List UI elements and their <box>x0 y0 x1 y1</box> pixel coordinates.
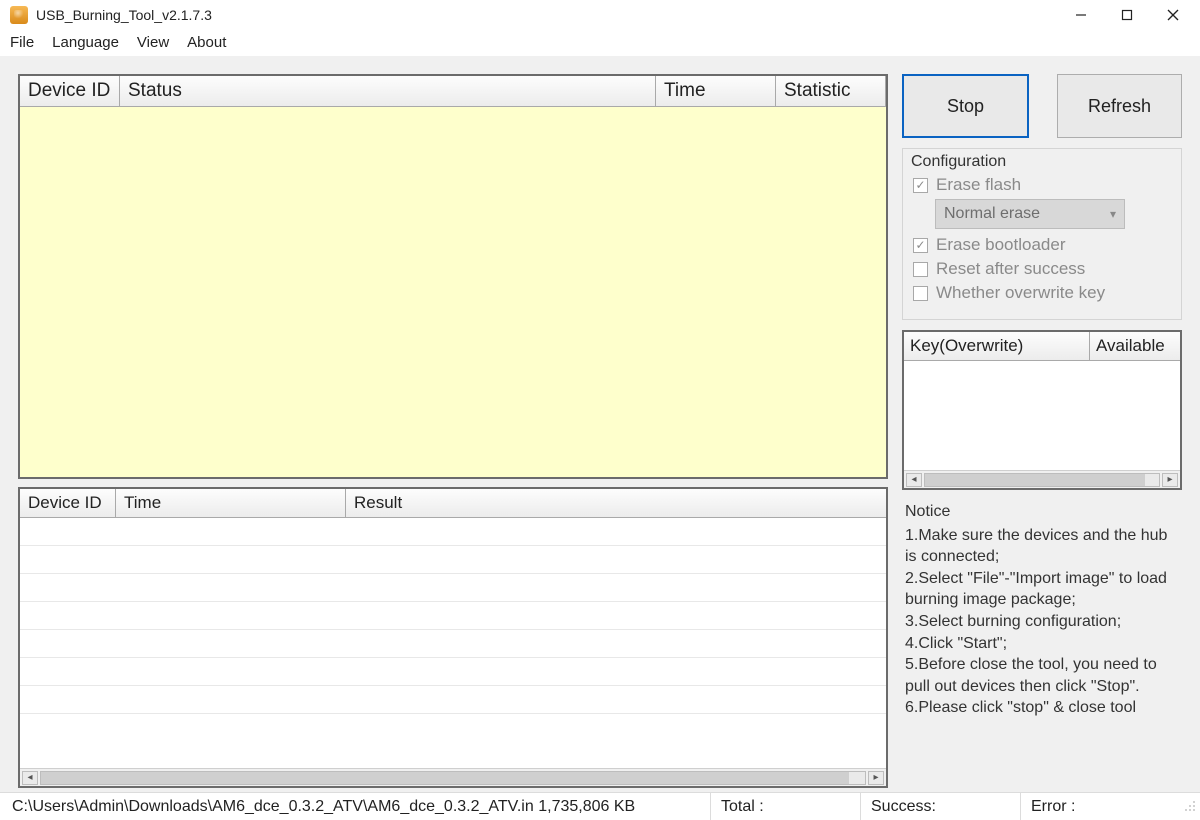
notice-line: 4.Click "Start"; <box>905 633 1179 655</box>
col-result-result[interactable]: Result <box>346 489 886 517</box>
col-statistic[interactable]: Statistic <box>776 76 886 106</box>
reset-after-success-checkbox[interactable]: Reset after success <box>913 259 1171 279</box>
col-result-device-id[interactable]: Device ID <box>20 489 116 517</box>
status-size: 1,735,806 KB <box>538 798 635 816</box>
chevron-down-icon: ▾ <box>1110 207 1116 221</box>
result-grid[interactable]: Device ID Time Result ◂ ▸ <box>18 487 888 788</box>
notice-line: 6.Please click "stop" & close tool <box>905 697 1179 719</box>
refresh-button[interactable]: Refresh <box>1057 74 1182 138</box>
notice-line: 3.Select burning configuration; <box>905 611 1179 633</box>
menu-about[interactable]: About <box>187 34 226 51</box>
table-row <box>20 546 886 574</box>
table-row <box>20 574 886 602</box>
status-success: Success: <box>860 793 1020 820</box>
device-status-header: Device ID Status Time Statistic <box>20 76 886 107</box>
overwrite-key-label: Whether overwrite key <box>936 283 1105 303</box>
erase-mode-dropdown[interactable]: Normal erase ▾ <box>935 199 1125 229</box>
app-window: USB_Burning_Tool_v2.1.7.3 File Language … <box>0 0 1200 820</box>
status-path-text: C:\Users\Admin\Downloads\AM6_dce_0.3.2_A… <box>12 798 534 816</box>
key-overwrite-grid[interactable]: Key(Overwrite) Available ◂ ▸ <box>902 330 1182 490</box>
content-area: Device ID Status Time Statistic Device I… <box>0 56 1200 792</box>
checkbox-icon <box>913 262 928 277</box>
key-hscrollbar[interactable]: ◂ ▸ <box>904 470 1180 488</box>
menu-view[interactable]: View <box>137 34 169 51</box>
scroll-track[interactable] <box>924 473 1160 487</box>
result-header: Device ID Time Result <box>20 489 886 518</box>
minimize-icon <box>1075 9 1087 21</box>
erase-bootloader-label: Erase bootloader <box>936 235 1065 255</box>
action-buttons: Stop Refresh <box>902 74 1182 138</box>
overwrite-key-checkbox[interactable]: Whether overwrite key <box>913 283 1171 303</box>
menu-file[interactable]: File <box>10 34 34 51</box>
status-bar: C:\Users\Admin\Downloads\AM6_dce_0.3.2_A… <box>0 792 1200 820</box>
close-button[interactable] <box>1150 0 1196 30</box>
resize-grip-icon <box>1184 800 1196 812</box>
status-total: Total : <box>710 793 860 820</box>
resize-grip[interactable] <box>1180 800 1198 814</box>
table-row <box>20 602 886 630</box>
notice-line: 1.Make sure the devices and the hub is c… <box>905 525 1179 568</box>
key-grid-body[interactable] <box>904 361 1180 470</box>
device-status-grid[interactable]: Device ID Status Time Statistic <box>18 74 888 479</box>
configuration-title: Configuration <box>911 153 1171 171</box>
configuration-group: Configuration ✓ Erase flash Normal erase… <box>902 148 1182 320</box>
scroll-right-icon[interactable]: ▸ <box>868 771 884 785</box>
maximize-button[interactable] <box>1104 0 1150 30</box>
erase-mode-value: Normal erase <box>944 205 1040 223</box>
scroll-thumb[interactable] <box>41 772 849 784</box>
minimize-button[interactable] <box>1058 0 1104 30</box>
device-status-body[interactable] <box>20 107 886 477</box>
col-status[interactable]: Status <box>120 76 656 106</box>
checkbox-icon: ✓ <box>913 238 928 253</box>
maximize-icon <box>1121 9 1133 21</box>
scroll-right-icon[interactable]: ▸ <box>1162 473 1178 487</box>
title-bar[interactable]: USB_Burning_Tool_v2.1.7.3 <box>0 0 1200 30</box>
erase-flash-checkbox[interactable]: ✓ Erase flash <box>913 175 1171 195</box>
col-result-time[interactable]: Time <box>116 489 346 517</box>
scroll-left-icon[interactable]: ◂ <box>22 771 38 785</box>
col-available[interactable]: Available <box>1090 332 1180 360</box>
col-key[interactable]: Key(Overwrite) <box>904 332 1090 360</box>
stop-button[interactable]: Stop <box>902 74 1029 138</box>
table-row <box>20 686 886 714</box>
scroll-left-icon[interactable]: ◂ <box>906 473 922 487</box>
close-icon <box>1167 9 1179 21</box>
notice-title: Notice <box>905 501 1179 523</box>
status-error: Error : <box>1020 793 1180 820</box>
col-device-id[interactable]: Device ID <box>20 76 120 106</box>
table-row <box>20 518 886 546</box>
notice-panel: Notice 1.Make sure the devices and the h… <box>902 500 1182 788</box>
app-icon <box>10 6 28 24</box>
menu-bar: File Language View About <box>0 30 1200 56</box>
checkbox-icon <box>913 286 928 301</box>
window-title: USB_Burning_Tool_v2.1.7.3 <box>36 7 212 23</box>
menu-language[interactable]: Language <box>52 34 119 51</box>
scroll-track[interactable] <box>40 771 866 785</box>
table-row <box>20 658 886 686</box>
erase-flash-label: Erase flash <box>936 175 1021 195</box>
status-path: C:\Users\Admin\Downloads\AM6_dce_0.3.2_A… <box>2 793 710 820</box>
checkbox-icon: ✓ <box>913 178 928 193</box>
reset-after-success-label: Reset after success <box>936 259 1085 279</box>
right-pane: Stop Refresh Configuration ✓ Erase flash… <box>902 74 1182 788</box>
left-pane: Device ID Status Time Statistic Device I… <box>18 74 888 788</box>
scroll-thumb[interactable] <box>925 474 1145 486</box>
result-hscrollbar[interactable]: ◂ ▸ <box>20 768 886 786</box>
col-time[interactable]: Time <box>656 76 776 106</box>
result-body[interactable] <box>20 518 886 768</box>
notice-line: 5.Before close the tool, you need to pul… <box>905 654 1179 697</box>
key-grid-header: Key(Overwrite) Available <box>904 332 1180 361</box>
erase-bootloader-checkbox[interactable]: ✓ Erase bootloader <box>913 235 1171 255</box>
table-row <box>20 630 886 658</box>
notice-line: 2.Select "File"-"Import image" to load b… <box>905 568 1179 611</box>
